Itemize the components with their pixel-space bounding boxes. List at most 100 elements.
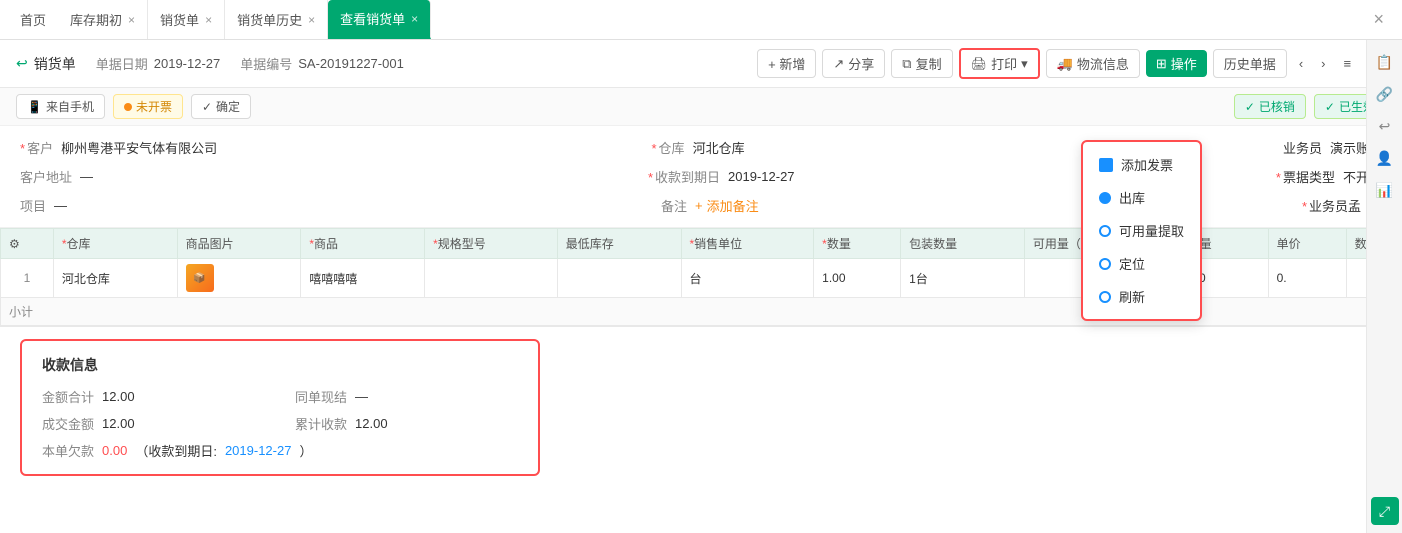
checked-icon: ✓ [1245, 100, 1255, 114]
copy-button[interactable]: ⧉ 复制 [891, 49, 952, 78]
tab-view-sales[interactable]: 查看销货单 × [328, 0, 431, 39]
row-min-stock [557, 259, 681, 298]
tab-sales-history[interactable]: 销货单历史 × [225, 0, 328, 39]
sidebar-return-btn[interactable]: ↩ [1371, 112, 1399, 140]
project-field: 项目 — [20, 196, 621, 215]
confirm-icon: ✓ [202, 100, 212, 114]
home-tab-label: 首页 [20, 10, 46, 29]
logistics-button[interactable]: 🚚 物流信息 [1046, 49, 1140, 78]
add-invoice-item[interactable]: 添加发票 [1083, 148, 1200, 181]
invoice-label: *票据类型 [1276, 167, 1335, 186]
same-order-label: 同单现结 [295, 387, 347, 406]
document-header: ↩ 销货单 单据日期 2019-12-27 单据编号 SA-20191227-0… [0, 40, 1402, 88]
balance-end: ） [299, 441, 312, 460]
salesperson-label: *业务员孟 [1302, 196, 1361, 215]
sidebar-doc-btn[interactable]: 📋 [1371, 48, 1399, 76]
same-order-row: 同单现结 — [295, 387, 518, 406]
staff-label: 业务员 [1283, 138, 1322, 157]
add-invoice-icon [1099, 158, 1113, 172]
row-pack-qty: 1台 [901, 259, 1025, 298]
view-sales-label: 查看销货单 [340, 9, 405, 28]
history-button[interactable]: 历史单据 [1213, 49, 1287, 78]
from-phone-button[interactable]: 📱 来自手机 [16, 94, 105, 119]
locate-item[interactable]: 定位 [1083, 247, 1200, 280]
new-button[interactable]: + 新增 [757, 49, 816, 78]
row-unit: 台 [681, 259, 814, 298]
balance-label: 本单欠款 [42, 441, 94, 460]
share-icon: ↗ [833, 56, 844, 72]
col-min-stock: 最低库存 [557, 229, 681, 259]
sidebar-chart-btn[interactable]: 📊 [1371, 176, 1399, 204]
product-image: 📦 [186, 264, 214, 292]
copy-icon: ⧉ [902, 56, 911, 72]
phone-icon: 📱 [27, 100, 42, 114]
row-price: 0. [1268, 259, 1346, 298]
main-content: ↩ 销货单 单据日期 2019-12-27 单据编号 SA-20191227-0… [0, 40, 1402, 533]
operations-button[interactable]: ⊞ 操作 [1146, 50, 1207, 77]
col-price: 单价 [1268, 229, 1346, 259]
same-order-value: — [355, 389, 368, 404]
amount-total-row: 金额合计 12.00 [42, 387, 265, 406]
payment-info-title: 收款信息 [42, 355, 518, 375]
address-value: — [80, 169, 93, 184]
print-button[interactable]: 🖨 打印 ▾ [959, 48, 1040, 79]
available-qty-item[interactable]: 可用量提取 [1083, 214, 1200, 247]
warehouse-value: 河北仓库 [693, 138, 745, 157]
amount-total-label: 金额合计 [42, 387, 94, 406]
tab-home[interactable]: 首页 [8, 0, 58, 39]
add-note-label: 添加备注 [707, 196, 759, 215]
tab-bar: 首页 库存期初 × 销货单 × 销货单历史 × 查看销货单 × × [0, 0, 1402, 40]
list-view-button[interactable]: ≡ [1338, 52, 1358, 75]
col-unit: *销售单位 [681, 229, 814, 259]
balance-date: 2019-12-27 [225, 443, 292, 458]
note-label: 备注 [661, 196, 687, 215]
amount-total-value: 12.00 [102, 389, 135, 404]
col-quantity: *数量 [814, 229, 901, 259]
doc-actions: + 新增 ↗ 分享 ⧉ 复制 🖨 打印 ▾ 🚚 物流信息 [757, 48, 1386, 79]
add-note-button[interactable]: + 添加备注 [695, 196, 759, 215]
warehouse-out-item[interactable]: 出库 [1083, 181, 1200, 214]
cumulative-label: 累计收款 [295, 414, 347, 433]
close-all-tabs[interactable]: × [1363, 9, 1394, 30]
locate-icon [1099, 258, 1111, 270]
not-open-button[interactable]: 未开票 [113, 94, 183, 119]
close-view-sales-tab[interactable]: × [411, 12, 418, 26]
inventory-init-label: 库存期初 [70, 10, 122, 29]
payment-date-value: 2019-12-27 [728, 169, 795, 184]
col-product: *商品 [301, 229, 425, 259]
warehouse-label: *仓库 [651, 138, 684, 157]
add-note-icon: + [695, 198, 703, 213]
add-invoice-label: 添加发票 [1121, 155, 1173, 174]
share-button[interactable]: ↗ 分享 [822, 49, 885, 78]
col-warehouse: *仓库 [53, 229, 177, 259]
number-meta: 单据编号 SA-20191227-001 [240, 54, 404, 73]
sidebar-expand-btn[interactable]: ⤢ [1371, 497, 1399, 525]
sidebar-link-btn[interactable]: 🔗 [1371, 80, 1399, 108]
customer-field: *客户 柳州粤港平安气体有限公司 [20, 138, 611, 157]
row-warehouse: 河北仓库 [53, 259, 177, 298]
number-label: 单据编号 [240, 54, 292, 73]
warehouse-out-label: 出库 [1119, 188, 1145, 207]
close-sales-tab[interactable]: × [205, 13, 212, 27]
checked-button[interactable]: ✓ 已核销 [1234, 94, 1306, 119]
row-num: 1 [1, 259, 54, 298]
cumulative-value: 12.00 [355, 416, 388, 431]
transaction-row: 成交金额 12.00 [42, 414, 265, 433]
status-bar: 📱 来自手机 未开票 ✓ 确定 ✓ 已核销 ✓ 已生效 [0, 88, 1402, 126]
close-inventory-tab[interactable]: × [128, 13, 135, 27]
row-spec [425, 259, 558, 298]
address-label: 客户地址 [20, 167, 72, 186]
refresh-item[interactable]: 刷新 [1083, 280, 1200, 313]
confirm-button[interactable]: ✓ 确定 [191, 94, 251, 119]
sidebar-user-btn[interactable]: 👤 [1371, 144, 1399, 172]
tab-sales-order[interactable]: 销货单 × [148, 0, 225, 39]
history-button-label: 历史单据 [1224, 54, 1276, 73]
col-gear: ⚙ [1, 229, 54, 259]
close-history-tab[interactable]: × [308, 13, 315, 27]
tab-inventory-init[interactable]: 库存期初 × [58, 0, 148, 39]
doc-meta: 单据日期 2019-12-27 单据编号 SA-20191227-001 [96, 54, 404, 73]
prev-button[interactable]: ‹ [1293, 52, 1309, 75]
next-button[interactable]: › [1315, 52, 1331, 75]
cumulative-row: 累计收款 12.00 [295, 414, 518, 433]
col-pack-qty: 包装数量 [901, 229, 1025, 259]
